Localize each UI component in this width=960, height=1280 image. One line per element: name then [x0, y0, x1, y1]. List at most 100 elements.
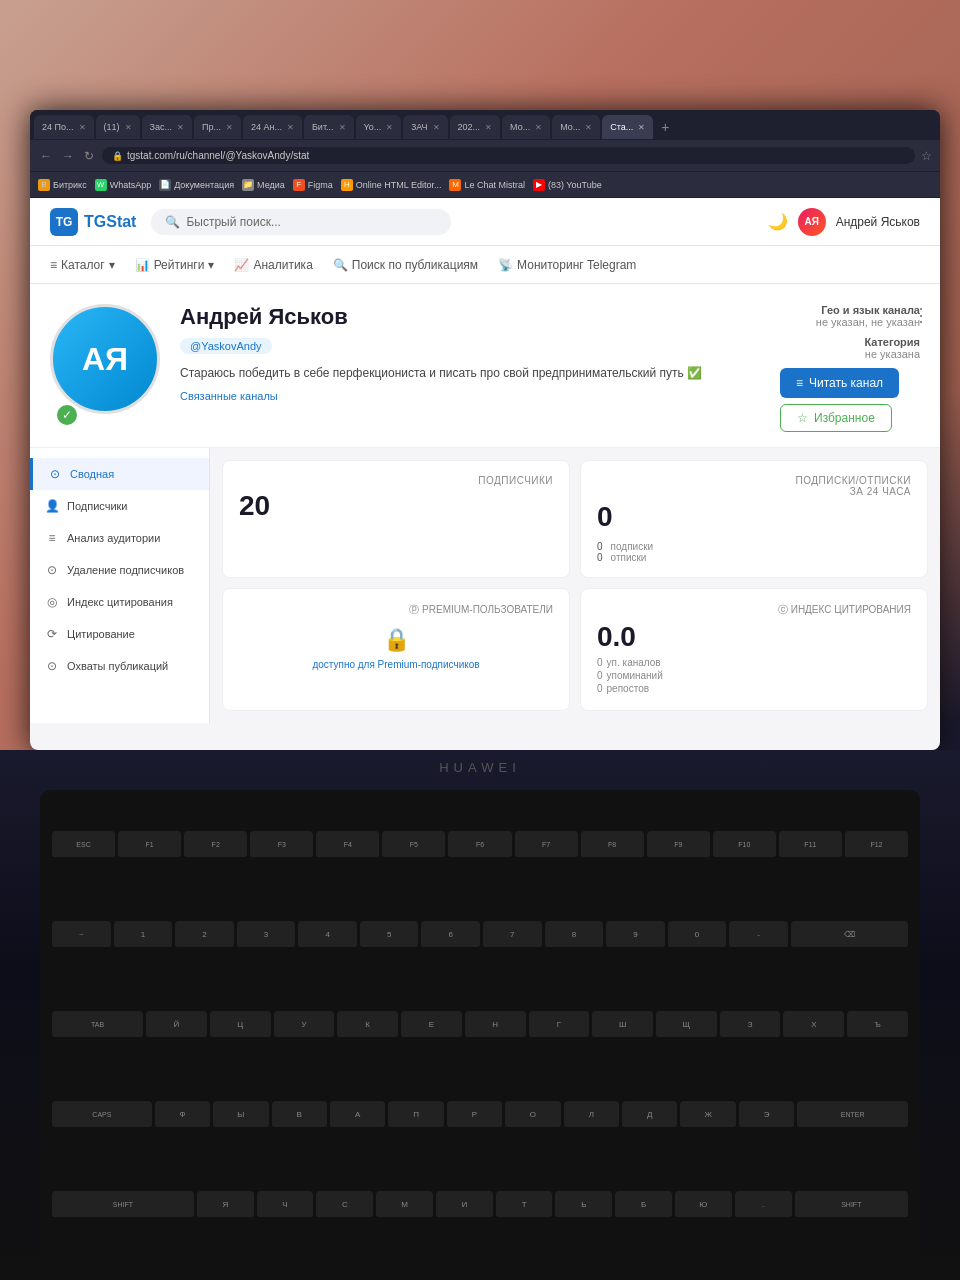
bookmark-le-chat-mistral[interactable]: M Le Chat Mistral	[449, 179, 525, 191]
tab-11[interactable]: Мо... ✕	[552, 115, 600, 139]
address-bar[interactable]: 🔒 tgstat.com/ru/channel/@YaskovAndy/stat	[102, 147, 915, 164]
tab-close-8[interactable]: ✕	[433, 123, 440, 132]
key-lbracket[interactable]: Х	[783, 1011, 844, 1039]
tab-close-6[interactable]: ✕	[339, 123, 346, 132]
key-w[interactable]: Ц	[210, 1011, 271, 1039]
key-a[interactable]: Ф	[155, 1101, 210, 1129]
sidebar-item-citation-index[interactable]: ◎ Индекс цитирования	[30, 586, 209, 618]
nav-ratings[interactable]: 📊 Рейтинги ▾	[135, 248, 215, 282]
key-minus[interactable]: -	[729, 921, 788, 949]
tab-6[interactable]: Бит... ✕	[304, 115, 354, 139]
bookmark-whatsapp[interactable]: W WhatsApp	[95, 179, 152, 191]
bookmark-bitriks[interactable]: B Битрикс	[38, 179, 87, 191]
tab-3[interactable]: Зас... ✕	[142, 115, 192, 139]
key-g[interactable]: П	[388, 1101, 443, 1129]
tab-5[interactable]: 24 Ан... ✕	[243, 115, 302, 139]
key-e[interactable]: У	[274, 1011, 335, 1039]
key-quote[interactable]: Э	[739, 1101, 794, 1129]
key-d[interactable]: В	[272, 1101, 327, 1129]
nav-analytics[interactable]: 📈 Аналитика	[234, 248, 312, 282]
tab-close-12[interactable]: ✕	[638, 123, 645, 132]
key-i[interactable]: Ш	[592, 1011, 653, 1039]
favorites-button[interactable]: ☆ Избранное	[780, 404, 892, 432]
key-s[interactable]: Ы	[213, 1101, 268, 1129]
bookmark-figma[interactable]: F Figma	[293, 179, 333, 191]
tab-12-active[interactable]: Ста... ✕	[602, 115, 653, 139]
key-rbracket[interactable]: Ъ	[847, 1011, 908, 1039]
back-button[interactable]: ←	[38, 147, 54, 165]
key-l[interactable]: Д	[622, 1101, 677, 1129]
bookmark-html-editor[interactable]: H Online HTML Editor...	[341, 179, 442, 191]
tab-9[interactable]: 202... ✕	[450, 115, 501, 139]
key-v[interactable]: М	[376, 1191, 433, 1219]
tab-close-3[interactable]: ✕	[177, 123, 184, 132]
key-y[interactable]: Н	[465, 1011, 526, 1039]
sidebar-item-audience[interactable]: ≡ Анализ аудитории	[30, 522, 209, 554]
key-8[interactable]: 8	[545, 921, 604, 949]
key-f12[interactable]: F12	[845, 831, 908, 859]
key-u[interactable]: Г	[529, 1011, 590, 1039]
key-backspace[interactable]: ⌫	[791, 921, 908, 949]
key-esc[interactable]: ESC	[52, 831, 115, 859]
key-semicolon[interactable]: Ж	[680, 1101, 735, 1129]
key-period[interactable]: Ю	[675, 1191, 732, 1219]
key-shift-left[interactable]: SHIFT	[52, 1191, 194, 1219]
tab-close-11[interactable]: ✕	[585, 123, 592, 132]
key-x[interactable]: Ч	[257, 1191, 314, 1219]
forward-button[interactable]: →	[60, 147, 76, 165]
key-6[interactable]: 6	[421, 921, 480, 949]
tab-10[interactable]: Мо... ✕	[502, 115, 550, 139]
key-f3[interactable]: F3	[250, 831, 313, 859]
key-z[interactable]: Я	[197, 1191, 254, 1219]
tab-close-10[interactable]: ✕	[535, 123, 542, 132]
tab-close-7[interactable]: ✕	[386, 123, 393, 132]
key-f5[interactable]: F5	[382, 831, 445, 859]
key-0[interactable]: 0	[668, 921, 727, 949]
tab-7[interactable]: Yo... ✕	[356, 115, 402, 139]
nav-catalog[interactable]: ≡ Каталог ▾	[50, 248, 115, 282]
key-shift-right[interactable]: SHIFT	[795, 1191, 909, 1219]
tab-close-5[interactable]: ✕	[287, 123, 294, 132]
refresh-button[interactable]: ↻	[82, 147, 96, 165]
channel-handle[interactable]: @YaskovAndy	[180, 338, 272, 354]
key-slash[interactable]: .	[735, 1191, 792, 1219]
key-7[interactable]: 7	[483, 921, 542, 949]
key-comma[interactable]: Б	[615, 1191, 672, 1219]
read-channel-button[interactable]: ≡ Читать канал	[780, 368, 899, 398]
bookmark-youtube[interactable]: ▶ (83) YouTube	[533, 179, 602, 191]
tab-8[interactable]: 3АЧ ✕	[403, 115, 447, 139]
key-n[interactable]: Т	[496, 1191, 553, 1219]
sidebar-item-remove-subs[interactable]: ⊙ Удаление подписчиков	[30, 554, 209, 586]
key-c[interactable]: С	[316, 1191, 373, 1219]
more-options-button[interactable]: ⋮	[912, 304, 930, 326]
key-j[interactable]: О	[505, 1101, 560, 1129]
key-m[interactable]: Ь	[555, 1191, 612, 1219]
key-t[interactable]: Е	[401, 1011, 462, 1039]
tab-2[interactable]: (11) ✕	[96, 115, 140, 139]
key-h[interactable]: Р	[447, 1101, 502, 1129]
nav-search-pubs[interactable]: 🔍 Поиск по публикациям	[333, 248, 478, 282]
key-5[interactable]: 5	[360, 921, 419, 949]
tab-close-1[interactable]: ✕	[79, 123, 86, 132]
key-1[interactable]: 1	[114, 921, 173, 949]
tab-1[interactable]: 24 По... ✕	[34, 115, 94, 139]
new-tab-button[interactable]: +	[655, 117, 675, 137]
key-2[interactable]: 2	[175, 921, 234, 949]
theme-toggle-icon[interactable]: 🌙	[768, 212, 788, 231]
key-b[interactable]: И	[436, 1191, 493, 1219]
sidebar-item-summary[interactable]: ⊙ Сводная	[30, 458, 209, 490]
tgstat-logo[interactable]: TG TGStat	[50, 208, 136, 236]
related-channels-link[interactable]: Связанные каналы	[180, 390, 760, 402]
tab-close-4[interactable]: ✕	[226, 123, 233, 132]
key-f11[interactable]: F11	[779, 831, 842, 859]
bookmark-star-icon[interactable]: ☆	[921, 149, 932, 163]
key-9[interactable]: 9	[606, 921, 665, 949]
key-f10[interactable]: F10	[713, 831, 776, 859]
key-f1[interactable]: F1	[118, 831, 181, 859]
sidebar-item-reach[interactable]: ⊙ Охваты публикаций	[30, 650, 209, 682]
bookmark-media[interactable]: 📁 Медиа	[242, 179, 285, 191]
key-k[interactable]: Л	[564, 1101, 619, 1129]
key-f9[interactable]: F9	[647, 831, 710, 859]
key-f2[interactable]: F2	[184, 831, 247, 859]
key-p[interactable]: З	[720, 1011, 781, 1039]
